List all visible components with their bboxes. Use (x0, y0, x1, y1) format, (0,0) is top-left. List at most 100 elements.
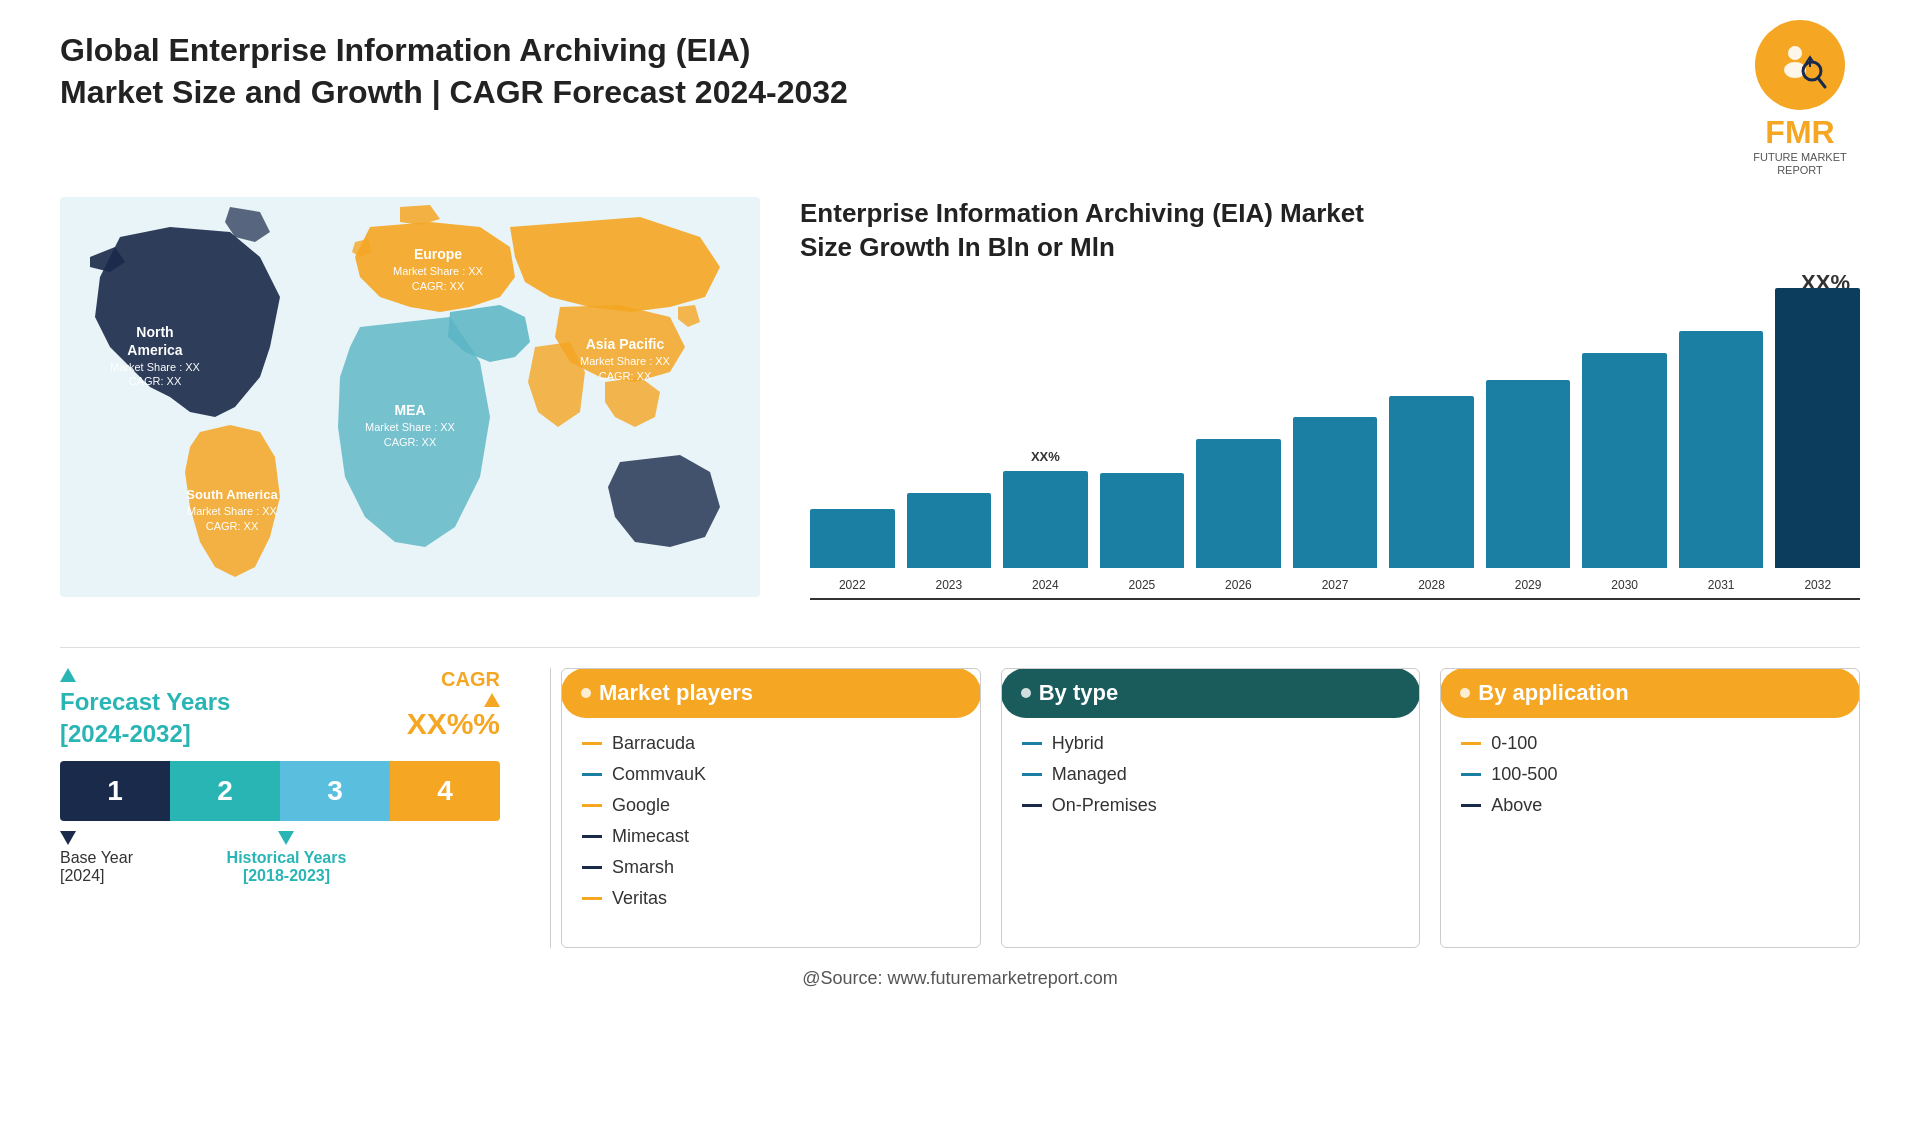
bar-label-2027: 2027 (1322, 578, 1349, 592)
bar-label-2032: 2032 (1804, 578, 1831, 592)
cat-dash-by-type-0 (1022, 742, 1042, 745)
svg-text:CAGR: XX: CAGR: XX (412, 280, 465, 292)
bar-2030 (1582, 353, 1667, 568)
logo-fmr: FMR (1765, 114, 1834, 151)
category-panels: Market playersBarracudaCommvauKGoogleMim… (561, 668, 1860, 948)
svg-text:Europe: Europe (414, 246, 462, 262)
cat-dash-by-application-2 (1461, 804, 1481, 807)
cat-item-market-players-3: Mimecast (582, 826, 960, 847)
cat-body-by-type: Hybrid Managed On-Premises (1002, 717, 1420, 842)
cat-item-by-type-2: On-Premises (1022, 795, 1400, 816)
bar-2025 (1100, 473, 1185, 568)
header: Global Enterprise Information Archiving … (60, 30, 1860, 177)
bar-chart-area: 20222023XX%20242025202620272028202920302… (810, 280, 1860, 600)
cat-item-text-market-players-2: Google (612, 795, 670, 816)
seg3-num: 3 (327, 775, 343, 807)
cat-header-market-players: Market players (561, 668, 981, 718)
chart-title: Enterprise Information Archiving (EIA) M… (800, 197, 1420, 265)
svg-text:North: North (136, 324, 173, 340)
cat-dash-by-application-0 (1461, 742, 1481, 745)
cagr-value: XX%% (407, 707, 500, 741)
logo-circle (1755, 20, 1845, 110)
svg-text:CAGR: XX: CAGR: XX (129, 375, 182, 387)
cat-item-text-market-players-3: Mimecast (612, 826, 689, 847)
bar-label-2028: 2028 (1418, 578, 1445, 592)
svg-text:Market Share : XX: Market Share : XX (110, 361, 201, 373)
svg-text:CAGR: XX: CAGR: XX (206, 520, 259, 532)
chart-container: Enterprise Information Archiving (EIA) M… (800, 197, 1860, 617)
top-section: North America Market Share : XX CAGR: XX… (60, 197, 1860, 617)
bar-group-2032: 2032 (1775, 288, 1860, 568)
cat-header-by-type: By type (1001, 668, 1421, 718)
cat-item-text-market-players-5: Veritas (612, 888, 667, 909)
seg1-num: 1 (107, 775, 123, 807)
bar-2027 (1293, 417, 1378, 568)
forecast-label: Forecast Years[2024-2032] (60, 686, 230, 748)
timeline-bar: 1 2 3 4 (60, 761, 500, 821)
world-map-svg: North America Market Share : XX CAGR: XX… (60, 197, 760, 597)
bar-group-2024: XX%2024 (1003, 471, 1088, 568)
cat-item-text-by-application-2: Above (1491, 795, 1542, 816)
bar-label-2026: 2026 (1225, 578, 1252, 592)
cat-item-text-by-application-1: 100-500 (1491, 764, 1557, 785)
cat-body-by-application: 0-100 100-500 Above (1441, 717, 1859, 842)
historical-annotation: Historical Years[2018-2023] (227, 831, 347, 885)
timeline-seg-1: 1 (60, 761, 170, 821)
bar-label-2025: 2025 (1129, 578, 1156, 592)
svg-text:Market Share : XX: Market Share : XX (393, 265, 484, 277)
cat-item-by-application-1: 100-500 (1461, 764, 1839, 785)
cat-item-market-players-0: Barracuda (582, 733, 960, 754)
bar-group-2029: 2029 (1486, 380, 1571, 568)
svg-text:South America: South America (186, 487, 278, 502)
cagr-arrow-up (484, 693, 500, 707)
timeline-seg-3: 3 (280, 761, 390, 821)
cat-item-by-type-0: Hybrid (1022, 733, 1400, 754)
bar-2028 (1389, 396, 1474, 568)
svg-text:CAGR: XX: CAGR: XX (599, 370, 652, 382)
bar-group-2022: 2022 (810, 509, 895, 568)
bottom-section: Forecast Years[2024-2032] CAGR XX%% 1 2 … (60, 668, 1860, 948)
vertical-divider (550, 668, 551, 948)
bar-2023 (907, 493, 992, 568)
cat-item-text-market-players-0: Barracuda (612, 733, 695, 754)
bar-group-2026: 2026 (1196, 439, 1281, 568)
cat-item-text-by-type-2: On-Premises (1052, 795, 1157, 816)
logo-area: FMR FUTURE MARKET REPORT (1740, 20, 1860, 177)
bar-label-2023: 2023 (935, 578, 962, 592)
cat-dash-market-players-1 (582, 773, 602, 776)
cat-dot-by-application (1460, 688, 1470, 698)
cat-dash-market-players-5 (582, 897, 602, 900)
cat-panel-by-application: By application0-100100-500Above (1440, 668, 1860, 948)
bar-label-2031: 2031 (1708, 578, 1735, 592)
bar-label-2029: 2029 (1515, 578, 1542, 592)
cat-dash-by-type-1 (1022, 773, 1042, 776)
bar-annotation-2024: XX% (1031, 449, 1060, 464)
cagr-word: CAGR (407, 668, 500, 691)
cat-item-market-players-5: Veritas (582, 888, 960, 909)
bar-2029 (1486, 380, 1571, 568)
bar-label-2030: 2030 (1611, 578, 1638, 592)
bar-group-2025: 2025 (1100, 473, 1185, 568)
cat-dash-market-players-4 (582, 866, 602, 869)
bar-2026 (1196, 439, 1281, 568)
cat-item-text-by-type-1: Managed (1052, 764, 1127, 785)
cat-item-market-players-2: Google (582, 795, 960, 816)
cat-dash-market-players-2 (582, 804, 602, 807)
historical-label: Historical Years[2018-2023] (227, 849, 347, 885)
section-divider (60, 647, 1860, 648)
svg-text:Market Share : XX: Market Share : XX (580, 355, 671, 367)
bar-2024: XX% (1003, 471, 1088, 568)
bar-group-2030: 2030 (1582, 353, 1667, 568)
page-title: Global Enterprise Information Archiving … (60, 30, 860, 113)
forecast-arrow-up (60, 668, 76, 682)
bar-group-2028: 2028 (1389, 396, 1474, 568)
cat-item-by-application-0: 0-100 (1461, 733, 1839, 754)
svg-text:Market Share : XX: Market Share : XX (365, 421, 456, 433)
svg-point-1 (1788, 46, 1802, 60)
cat-item-by-application-2: Above (1461, 795, 1839, 816)
svg-text:Market Share : XX: Market Share : XX (187, 505, 278, 517)
base-year-arrow (60, 831, 76, 845)
cat-panel-by-type: By type Hybrid Managed On-Premises (1001, 668, 1421, 948)
bar-2032 (1775, 288, 1860, 568)
page: Global Enterprise Information Archiving … (0, 0, 1920, 1146)
